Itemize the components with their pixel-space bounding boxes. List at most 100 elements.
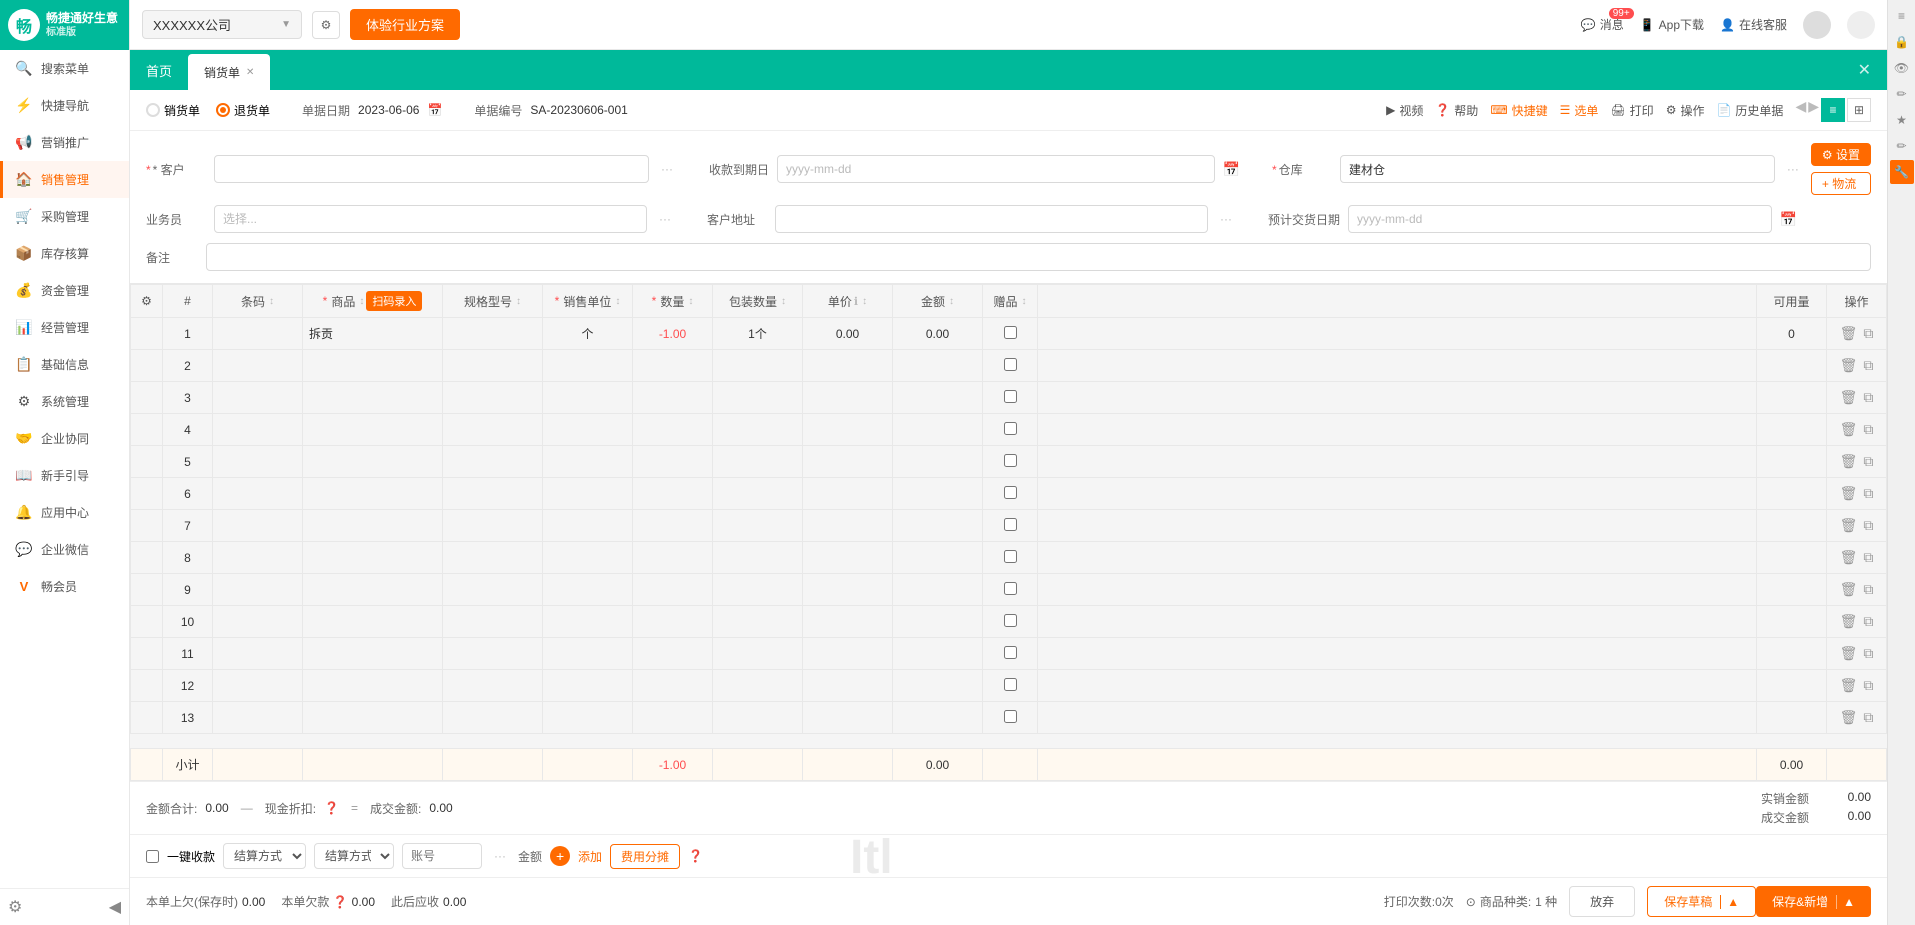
cell-unit-4[interactable]	[543, 446, 633, 478]
copy-icon-8[interactable]: ⧉	[1863, 581, 1873, 598]
gift-sort-icon[interactable]: ↕	[1022, 296, 1027, 307]
cell-remark-11[interactable]	[1038, 670, 1757, 702]
cell-product-8[interactable]	[303, 574, 443, 606]
cell-barcode-1[interactable]	[213, 350, 303, 382]
radio-sale[interactable]: 销货单	[146, 102, 200, 119]
right-panel-btn-1[interactable]: ≡	[1890, 4, 1914, 28]
sidebar-item-member[interactable]: V 畅会员	[0, 568, 129, 605]
cell-pkgqty-0[interactable]: 1个	[713, 318, 803, 350]
delete-icon-9[interactable]: 🗑	[1840, 613, 1858, 630]
right-panel-btn-4[interactable]: ✏	[1890, 82, 1914, 106]
cell-spec-0[interactable]	[443, 318, 543, 350]
salesperson-input[interactable]	[214, 205, 647, 233]
warehouse-ellipsis-icon[interactable]: ···	[1783, 162, 1803, 176]
cell-unit-1[interactable]	[543, 350, 633, 382]
cell-product-10[interactable]	[303, 638, 443, 670]
cell-pkgqty-12[interactable]	[713, 702, 803, 734]
draft-dropdown-icon[interactable]: ▲	[1720, 895, 1739, 909]
cell-unit-7[interactable]	[543, 542, 633, 574]
cell-amount-10[interactable]	[893, 638, 983, 670]
copy-icon-9[interactable]: ⧉	[1863, 613, 1873, 630]
cell-gift-10[interactable]	[983, 638, 1038, 670]
barcode-sort-icon[interactable]: ↕	[269, 296, 274, 307]
cell-remark-8[interactable]	[1038, 574, 1757, 606]
cell-barcode-8[interactable]	[213, 574, 303, 606]
user-icon[interactable]	[1847, 11, 1875, 39]
spec-sort-icon[interactable]: ↕	[516, 296, 521, 307]
sidebar-item-basics[interactable]: 📋 基础信息	[0, 346, 129, 383]
addr-ellipsis-icon[interactable]: ···	[1216, 212, 1236, 226]
list-view-btn[interactable]: ≡	[1821, 98, 1845, 122]
cell-barcode-5[interactable]	[213, 478, 303, 510]
cell-qty-1[interactable]	[633, 350, 713, 382]
cell-gift-7[interactable]	[983, 542, 1038, 574]
logistics-button[interactable]: + 物流	[1811, 172, 1871, 195]
grid-view-btn[interactable]: ⊞	[1847, 98, 1871, 122]
copy-icon-6[interactable]: ⧉	[1863, 517, 1873, 534]
cell-product-3[interactable]	[303, 414, 443, 446]
cell-pkgqty-3[interactable]	[713, 414, 803, 446]
cell-spec-11[interactable]	[443, 670, 543, 702]
sidebar-item-sales[interactable]: 🏠 销售管理	[0, 161, 129, 198]
cell-remark-12[interactable]	[1038, 702, 1757, 734]
save-draft-button[interactable]: 保存草稿 ▲	[1647, 886, 1756, 917]
collapse-icon[interactable]: ◀	[109, 897, 121, 917]
cell-pkgqty-10[interactable]	[713, 638, 803, 670]
unit-sort-icon[interactable]: ↕	[615, 296, 620, 307]
cell-product-1[interactable]	[303, 350, 443, 382]
delete-icon-10[interactable]: 🗑	[1840, 645, 1858, 662]
gift-checkbox-11[interactable]	[1004, 678, 1017, 691]
delete-icon-8[interactable]: 🗑	[1840, 581, 1858, 598]
right-panel-btn-3[interactable]: 👁	[1890, 56, 1914, 80]
cell-price-2[interactable]	[803, 382, 893, 414]
sidebar-item-quicknav[interactable]: ⚡ 快捷导航	[0, 87, 129, 124]
account-input[interactable]	[402, 843, 482, 869]
operate-btn[interactable]: ⚙ 操作	[1666, 102, 1705, 119]
sidebar-item-purchase[interactable]: 🛒 采购管理	[0, 198, 129, 235]
calendar-icon[interactable]: 📅	[427, 103, 442, 117]
cell-barcode-2[interactable]	[213, 382, 303, 414]
scan-button[interactable]: 扫码录入	[366, 291, 422, 311]
gift-checkbox-6[interactable]	[1004, 518, 1017, 531]
cell-product-9[interactable]	[303, 606, 443, 638]
method-select[interactable]: 结算方式	[223, 843, 306, 869]
cell-product-12[interactable]	[303, 702, 443, 734]
right-panel-btn-2[interactable]: 🔒	[1890, 30, 1914, 54]
cell-gift-5[interactable]	[983, 478, 1038, 510]
cell-barcode-9[interactable]	[213, 606, 303, 638]
sidebar-item-guide[interactable]: 📖 新手引导	[0, 457, 129, 494]
cell-qty-8[interactable]	[633, 574, 713, 606]
cell-pkgqty-2[interactable]	[713, 382, 803, 414]
cell-gift-1[interactable]	[983, 350, 1038, 382]
cell-remark-0[interactable]	[1038, 318, 1757, 350]
cell-unit-8[interactable]	[543, 574, 633, 606]
gift-checkbox-9[interactable]	[1004, 614, 1017, 627]
cell-spec-1[interactable]	[443, 350, 543, 382]
cell-barcode-7[interactable]	[213, 542, 303, 574]
cell-gift-11[interactable]	[983, 670, 1038, 702]
customer-ellipsis-icon[interactable]: ···	[657, 162, 677, 176]
cell-product-4[interactable]	[303, 446, 443, 478]
cell-amount-7[interactable]	[893, 542, 983, 574]
add-payment-button[interactable]: +	[550, 846, 570, 866]
copy-icon-3[interactable]: ⧉	[1863, 421, 1873, 438]
nav-next-icon[interactable]: ▶	[1808, 98, 1819, 122]
cell-barcode-12[interactable]	[213, 702, 303, 734]
save-new-button[interactable]: 保存&新增 ▲	[1756, 886, 1871, 917]
sidebar-item-system[interactable]: ⚙ 系统管理	[0, 383, 129, 420]
cell-amount-5[interactable]	[893, 478, 983, 510]
delete-icon-6[interactable]: 🗑	[1840, 517, 1858, 534]
cell-amount-1[interactable]	[893, 350, 983, 382]
cell-amount-3[interactable]	[893, 414, 983, 446]
cell-gift-12[interactable]	[983, 702, 1038, 734]
delete-icon-2[interactable]: 🗑	[1840, 389, 1858, 406]
gift-checkbox-5[interactable]	[1004, 486, 1017, 499]
cell-remark-1[interactable]	[1038, 350, 1757, 382]
cell-gift-2[interactable]	[983, 382, 1038, 414]
radio-return[interactable]: 退货单	[216, 102, 270, 119]
cell-remark-3[interactable]	[1038, 414, 1757, 446]
cell-unit-12[interactable]	[543, 702, 633, 734]
cell-barcode-4[interactable]	[213, 446, 303, 478]
cell-spec-3[interactable]	[443, 414, 543, 446]
delete-icon-4[interactable]: 🗑	[1840, 453, 1858, 470]
